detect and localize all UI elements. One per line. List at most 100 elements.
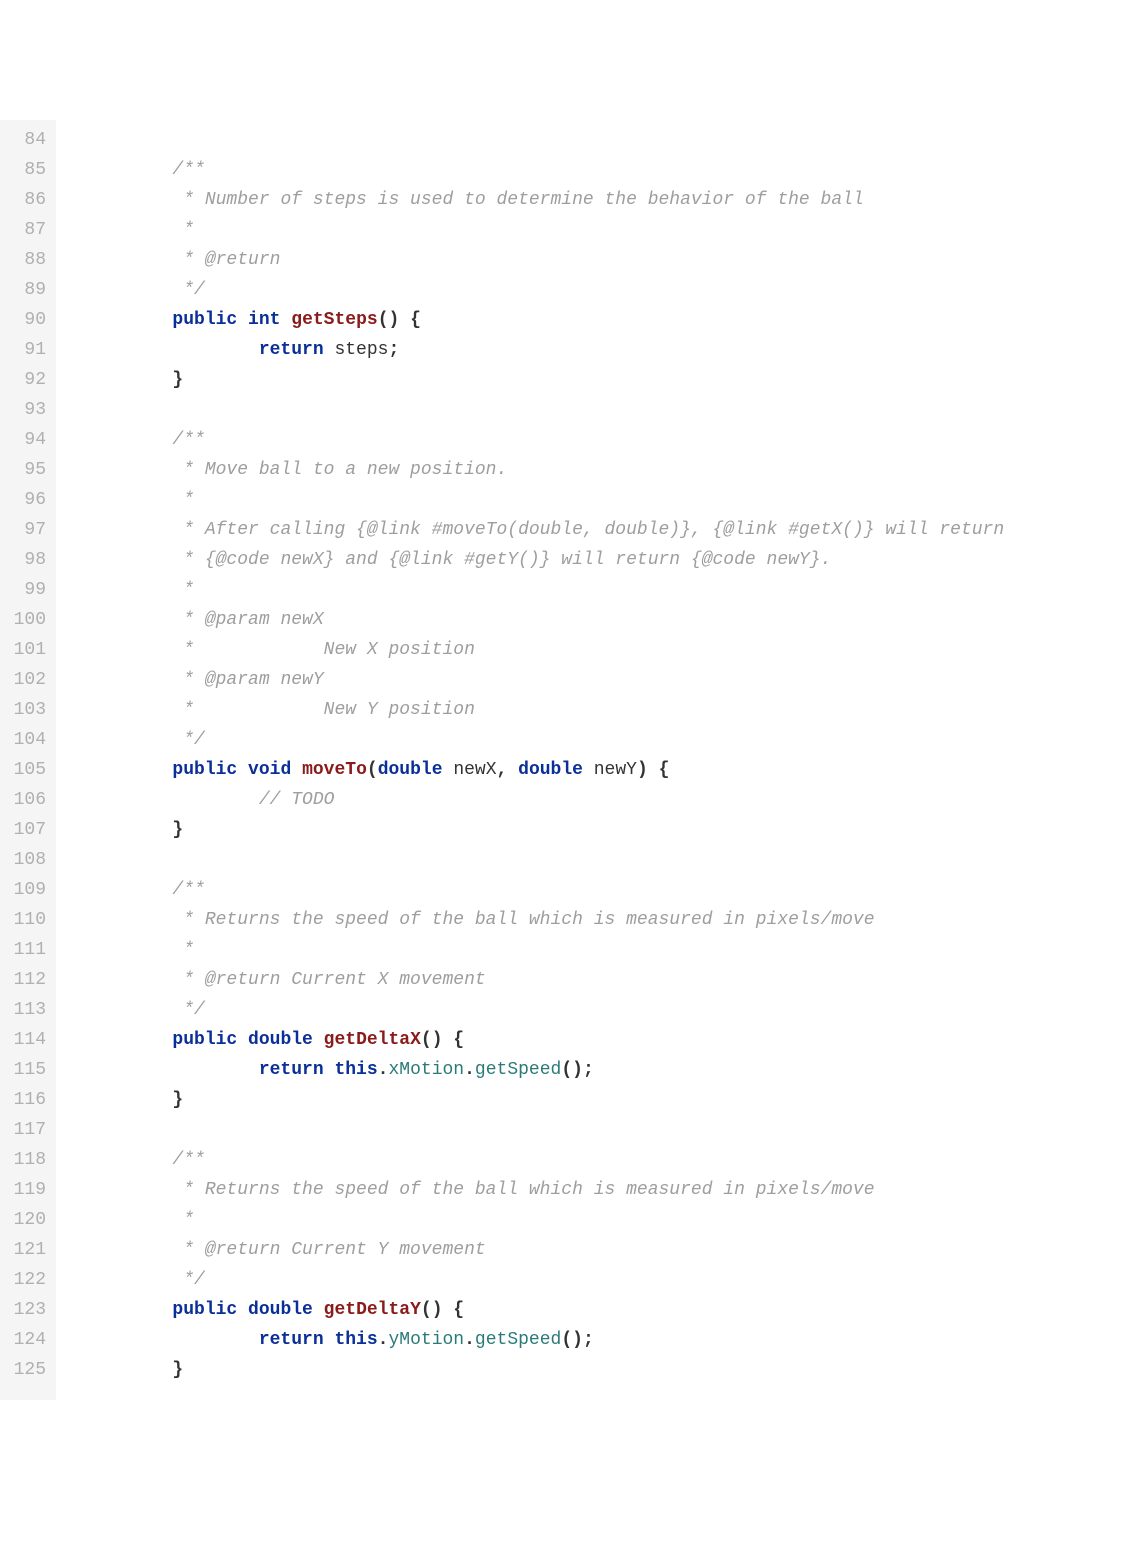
- token-cm: */: [172, 730, 204, 750]
- token-kw: return: [259, 1060, 324, 1080]
- token-cm: * @return: [172, 250, 280, 270]
- token-cm: *: [172, 1210, 194, 1230]
- token-kw: public: [172, 1030, 237, 1050]
- token-call: xMotion: [388, 1060, 464, 1080]
- code-line[interactable]: */: [86, 725, 1143, 755]
- code-line[interactable]: * Returns the speed of the ball which is…: [86, 905, 1143, 935]
- indent: [86, 790, 259, 810]
- code-line[interactable]: }: [86, 815, 1143, 845]
- line-number: 101: [10, 635, 46, 665]
- indent: [86, 1150, 172, 1170]
- code-line[interactable]: [86, 1115, 1143, 1145]
- code-line[interactable]: public double getDeltaY() {: [86, 1295, 1143, 1325]
- line-number: 87: [10, 215, 46, 245]
- token-kw: double: [518, 760, 583, 780]
- token-cm: /**: [172, 160, 204, 180]
- line-number: 117: [10, 1115, 46, 1145]
- code-line[interactable]: return steps;: [86, 335, 1143, 365]
- line-number: 99: [10, 575, 46, 605]
- token-id: [324, 1330, 335, 1350]
- code-line[interactable]: */: [86, 275, 1143, 305]
- indent: [86, 1330, 259, 1350]
- code-line[interactable]: /**: [86, 155, 1143, 185]
- code-line[interactable]: /**: [86, 425, 1143, 455]
- line-number: 86: [10, 185, 46, 215]
- token-kw: return: [259, 340, 324, 360]
- code-line[interactable]: * @return: [86, 245, 1143, 275]
- code-line[interactable]: * @param newX: [86, 605, 1143, 635]
- indent: [86, 910, 172, 930]
- indent: [86, 1360, 172, 1380]
- token-cm: * Returns the speed of the ball which is…: [172, 1180, 874, 1200]
- token-fn: getDeltaX: [324, 1030, 421, 1050]
- code-line[interactable]: *: [86, 215, 1143, 245]
- token-fn: getDeltaY: [324, 1300, 421, 1320]
- code-line[interactable]: * Returns the speed of the ball which is…: [86, 1175, 1143, 1205]
- token-kw: public: [172, 310, 237, 330]
- code-line[interactable]: * After calling {@link #moveTo(double, d…: [86, 515, 1143, 545]
- token-pn: (: [367, 760, 378, 780]
- line-number: 122: [10, 1265, 46, 1295]
- code-line[interactable]: * New Y position: [86, 695, 1143, 725]
- line-number: 93: [10, 395, 46, 425]
- code-line[interactable]: public int getSteps() {: [86, 305, 1143, 335]
- indent: [86, 760, 172, 780]
- token-pn: ();: [561, 1060, 593, 1080]
- line-number: 96: [10, 485, 46, 515]
- code-line[interactable]: [86, 125, 1143, 155]
- code-line[interactable]: [86, 395, 1143, 425]
- code-line[interactable]: public void moveTo(double newX, double n…: [86, 755, 1143, 785]
- code-line[interactable]: /**: [86, 875, 1143, 905]
- code-line[interactable]: *: [86, 935, 1143, 965]
- code-line[interactable]: return this.yMotion.getSpeed();: [86, 1325, 1143, 1355]
- token-kw: public: [172, 1300, 237, 1320]
- token-id: [237, 310, 248, 330]
- code-line[interactable]: [86, 845, 1143, 875]
- code-line[interactable]: }: [86, 365, 1143, 395]
- indent: [86, 490, 172, 510]
- code-line[interactable]: * Number of steps is used to determine t…: [86, 185, 1143, 215]
- indent: [86, 580, 172, 600]
- token-cm: *: [172, 220, 194, 240]
- code-line[interactable]: }: [86, 1355, 1143, 1385]
- line-number: 84: [10, 125, 46, 155]
- line-number: 97: [10, 515, 46, 545]
- code-line[interactable]: * Move ball to a new position.: [86, 455, 1143, 485]
- line-number: 108: [10, 845, 46, 875]
- code-line[interactable]: return this.xMotion.getSpeed();: [86, 1055, 1143, 1085]
- token-cm: * {@code newX} and {@link #getY()} will …: [172, 550, 831, 570]
- token-pn: ,: [497, 760, 519, 780]
- code-line[interactable]: * {@code newX} and {@link #getY()} will …: [86, 545, 1143, 575]
- indent: [86, 1000, 172, 1020]
- indent: [86, 1210, 172, 1230]
- line-number: 98: [10, 545, 46, 575]
- token-pn: .: [464, 1060, 475, 1080]
- code-line[interactable]: * @param newY: [86, 665, 1143, 695]
- token-pn: ) {: [637, 760, 669, 780]
- code-line[interactable]: *: [86, 485, 1143, 515]
- token-id: [313, 1030, 324, 1050]
- code-editor[interactable]: 8485868788899091929394959697989910010110…: [0, 120, 1143, 1400]
- code-line[interactable]: * @return Current Y movement: [86, 1235, 1143, 1265]
- code-line[interactable]: }: [86, 1085, 1143, 1115]
- indent: [86, 640, 172, 660]
- line-number: 115: [10, 1055, 46, 1085]
- line-number: 125: [10, 1355, 46, 1385]
- code-line[interactable]: *: [86, 575, 1143, 605]
- indent: [86, 610, 172, 630]
- code-area[interactable]: /** * Number of steps is used to determi…: [56, 120, 1143, 1400]
- code-line[interactable]: *: [86, 1205, 1143, 1235]
- token-cm: */: [172, 1000, 204, 1020]
- token-id: newY: [583, 760, 637, 780]
- code-line[interactable]: */: [86, 1265, 1143, 1295]
- token-pn: .: [378, 1330, 389, 1350]
- code-line[interactable]: * New X position: [86, 635, 1143, 665]
- code-line[interactable]: // TODO: [86, 785, 1143, 815]
- code-line[interactable]: */: [86, 995, 1143, 1025]
- code-line[interactable]: /**: [86, 1145, 1143, 1175]
- indent: [86, 430, 172, 450]
- code-line[interactable]: * @return Current X movement: [86, 965, 1143, 995]
- code-line[interactable]: public double getDeltaX() {: [86, 1025, 1143, 1055]
- token-cm: * Number of steps is used to determine t…: [172, 190, 863, 210]
- indent: [86, 250, 172, 270]
